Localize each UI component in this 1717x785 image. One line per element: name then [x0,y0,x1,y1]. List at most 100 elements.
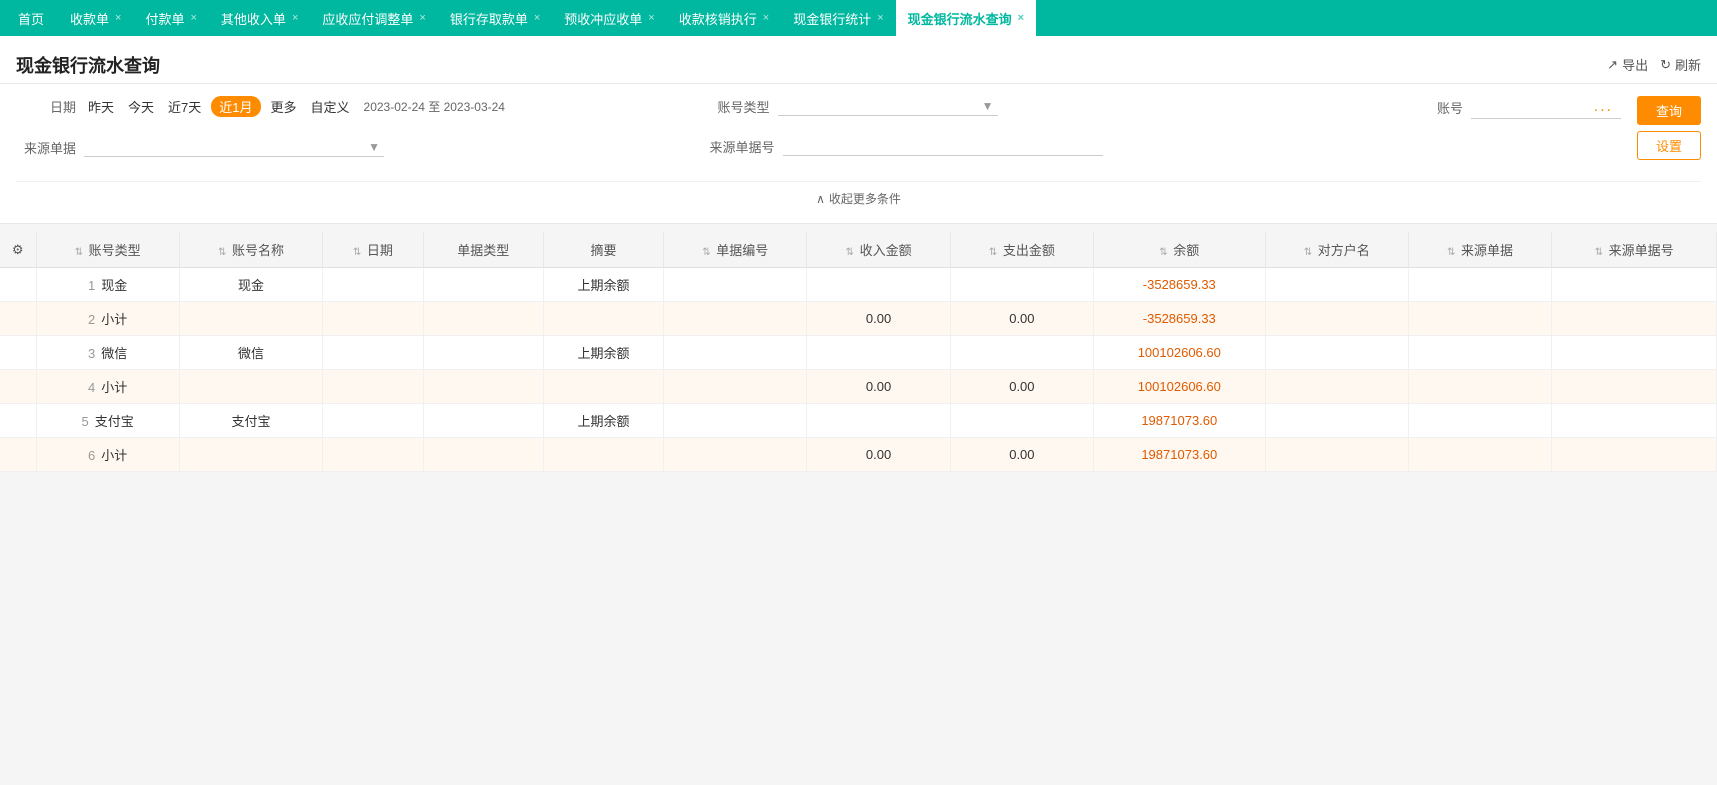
sort-icon: ⇅ [218,247,226,258]
source-doc-select[interactable] [88,139,368,154]
row-account-name: 支付宝 [179,404,322,438]
nav-tab-7[interactable]: 现金银行统计 × [781,0,895,36]
table-header-account-type[interactable]: ⇅ 账号类型 [36,232,179,268]
row-source-doc-no [1552,438,1717,472]
close-icon[interactable]: × [190,12,196,24]
account-type-select[interactable] [782,98,982,113]
row-account-name: 现金 [179,268,322,302]
row-doc-no [664,438,807,472]
nav-tab-4[interactable]: 银行存取款单 × [438,0,552,36]
row-balance: -3528659.33 [1094,268,1266,302]
refresh-button[interactable]: ↻ 刷新 [1660,55,1701,74]
table-header-balance[interactable]: ⇅ 余额 [1094,232,1266,268]
table-header-income[interactable]: ⇅ 收入金额 [807,232,950,268]
table-row: 6小计 0.00 0.00 19871073.60 [0,438,1717,472]
nav-home[interactable]: 首页 [4,9,58,28]
page-title: 现金银行流水查询 [16,52,160,78]
date-option-today[interactable]: 今天 [124,96,158,117]
row-doc-type [423,336,543,370]
source-doc-no-input[interactable] [787,138,1099,153]
table-header-source-doc-no[interactable]: ⇅ 来源单据号 [1552,232,1717,268]
row-balance: 19871073.60 [1094,404,1266,438]
nav-tab-6[interactable]: 收款核销执行 × [667,0,781,36]
close-icon[interactable]: × [1018,12,1024,24]
date-option-more[interactable]: 更多 [267,96,301,117]
nav-tab-3[interactable]: 应收应付调整单 × [310,0,437,36]
row-doc-type [423,302,543,336]
table-header-doc-no[interactable]: ⇅ 单据编号 [664,232,807,268]
table-header-counterpart[interactable]: ⇅ 对方户名 [1265,232,1408,268]
collapse-up-icon: ∧ [816,192,825,206]
table-header-summary[interactable]: 摘要 [543,232,663,268]
close-icon[interactable]: × [292,12,298,24]
table-header-account-name[interactable]: ⇅ 账号名称 [179,232,322,268]
nav-tab-0[interactable]: 收款单 × [58,0,133,36]
row-expense: 0.00 [950,438,1093,472]
row-source-doc [1408,404,1551,438]
account-dots-button[interactable]: ... [1590,98,1617,116]
query-button[interactable]: 查询 [1637,96,1701,125]
row-doc-type [423,438,543,472]
row-doc-no [664,336,807,370]
collapse-row: ∧ 收起更多条件 [16,181,1701,215]
source-doc-no-filter-row: 来源单据号 [710,136,1364,156]
data-table-container: ⚙ ⇅ 账号类型 ⇅ 账号名称 ⇅ 日期 单据类型 摘要 [0,232,1717,472]
row-source-doc-no [1552,370,1717,404]
sort-icon: ⇅ [353,247,361,258]
row-source-doc [1408,268,1551,302]
table-header-source-doc[interactable]: ⇅ 来源单据 [1408,232,1551,268]
row-account-type: 3微信 [36,336,179,370]
row-gear-cell [0,336,36,370]
row-income: 0.00 [807,438,950,472]
source-doc-no-input-wrap[interactable] [783,136,1103,156]
sort-icon: ⇅ [1304,247,1312,258]
sort-icon: ⇅ [75,247,83,258]
table-header-expense[interactable]: ⇅ 支出金额 [950,232,1093,268]
filter-area: 日期 昨天 今天 近7天 近1月 更多 自定义 2023-02-24 至 202… [0,84,1717,224]
nav-tab-8[interactable]: 现金银行流水查询 × [896,0,1036,36]
row-counterpart [1265,370,1408,404]
row-summary [543,302,663,336]
refresh-icon: ↻ [1660,57,1671,73]
row-date [323,438,424,472]
source-doc-select-wrap[interactable]: ▼ [84,137,384,157]
close-icon[interactable]: × [534,12,540,24]
row-balance: 19871073.60 [1094,438,1266,472]
setting-button[interactable]: 设置 [1637,131,1701,160]
row-account-type: 5支付宝 [36,404,179,438]
close-icon[interactable]: × [648,12,654,24]
gear-icon[interactable]: ⚙ [12,242,24,257]
row-account-name [179,302,322,336]
row-account-name [179,370,322,404]
row-summary: 上期余额 [543,268,663,302]
close-icon[interactable]: × [877,12,883,24]
table-header-doc-type[interactable]: 单据类型 [423,232,543,268]
nav-tab-1[interactable]: 付款单 × [133,0,208,36]
close-icon[interactable]: × [115,12,121,24]
sort-icon: ⇅ [989,247,997,258]
row-balance: 100102606.60 [1094,370,1266,404]
date-option-yesterday[interactable]: 昨天 [84,96,118,117]
close-icon[interactable]: × [763,12,769,24]
nav-tab-5[interactable]: 预收冲应收单 × [552,0,666,36]
table-header-row: ⚙ ⇅ 账号类型 ⇅ 账号名称 ⇅ 日期 单据类型 摘要 [0,232,1717,268]
row-expense: 0.00 [950,370,1093,404]
date-option-custom[interactable]: 自定义 [307,96,354,117]
date-option-1month[interactable]: 近1月 [211,96,260,117]
nav-tab-2[interactable]: 其他收入单 × [209,0,310,36]
row-gear-cell [0,404,36,438]
close-icon[interactable]: × [419,12,425,24]
account-type-select-wrap[interactable]: ▼ [778,96,998,116]
table-header-gear[interactable]: ⚙ [0,232,36,268]
row-source-doc [1408,336,1551,370]
collapse-button[interactable]: ∧ 收起更多条件 [16,186,1701,211]
header-actions: ↗ 导出 ↻ 刷新 [1607,55,1701,74]
date-option-7days[interactable]: 近7天 [164,96,205,117]
table-header-date[interactable]: ⇅ 日期 [323,232,424,268]
row-income [807,268,950,302]
row-gear-cell [0,370,36,404]
source-doc-filter-row: 来源单据 ▼ [16,137,670,157]
export-button[interactable]: ↗ 导出 [1607,55,1648,74]
source-doc-no-label: 来源单据号 [710,137,775,156]
table-row: 2小计 0.00 0.00 -3528659.33 [0,302,1717,336]
